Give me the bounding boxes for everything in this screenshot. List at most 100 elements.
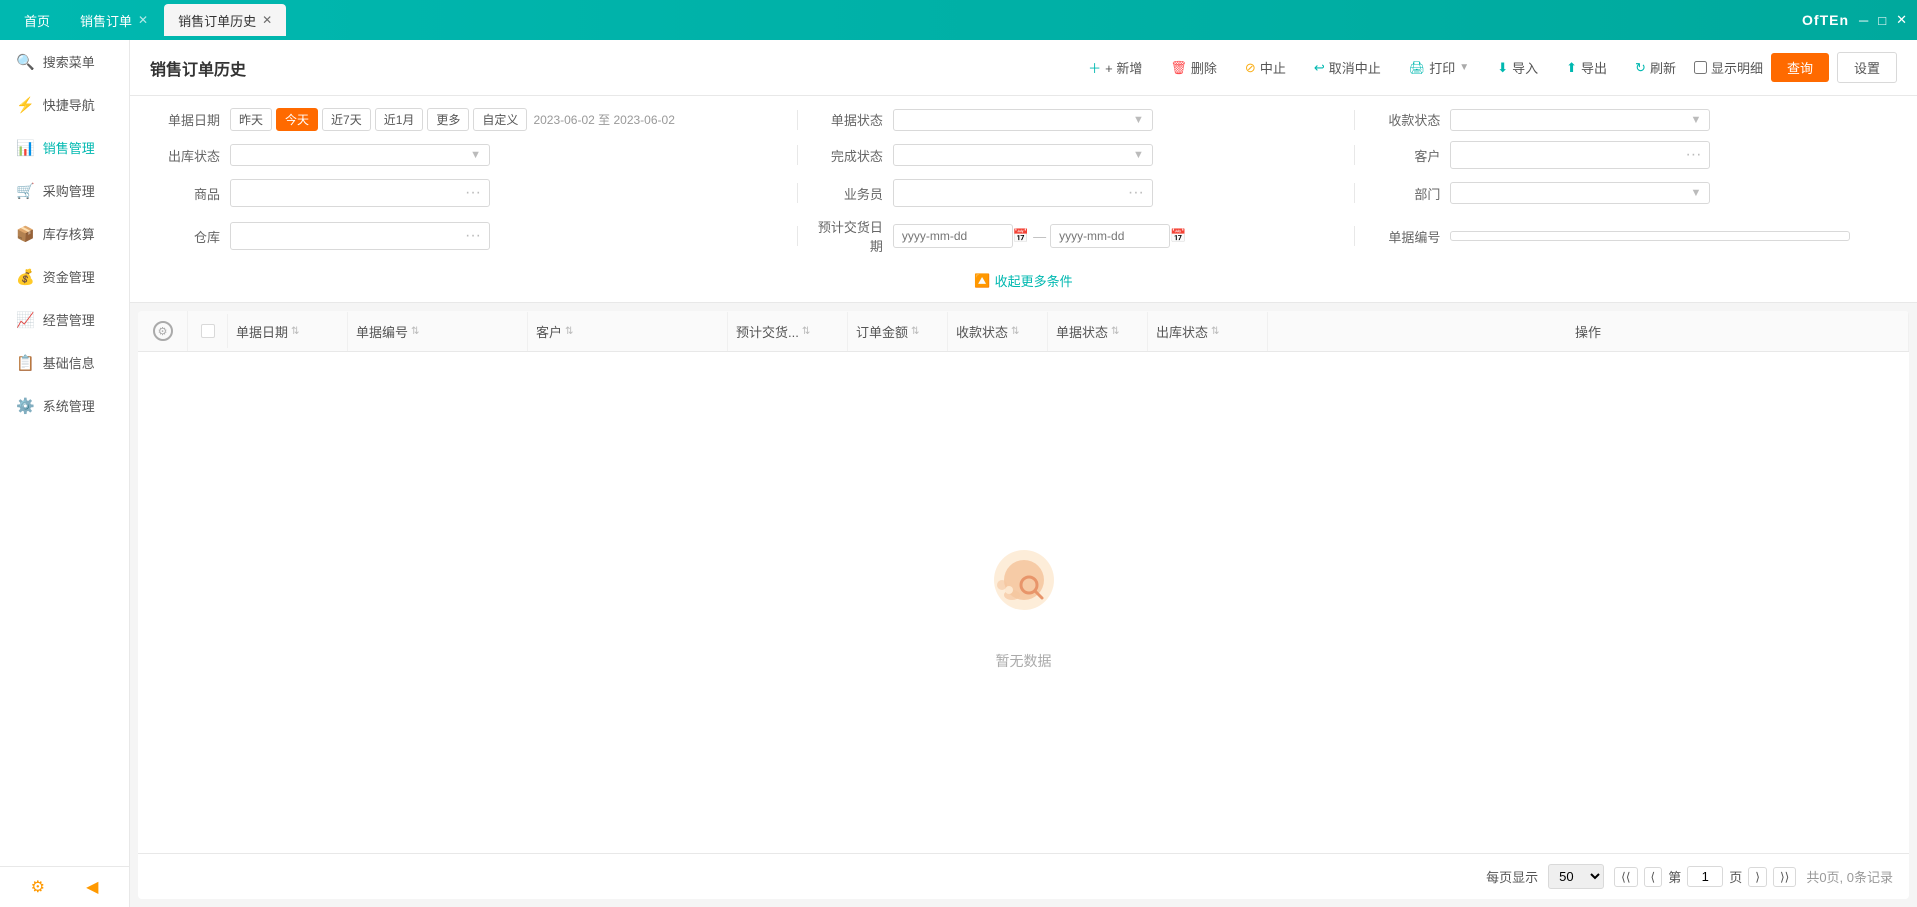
tab-sales-order-history[interactable]: 销售订单历史 ✕ [164, 4, 286, 36]
date-btn-1month[interactable]: 近1月 [375, 108, 424, 131]
pay-status-select[interactable]: ▼ [1450, 109, 1710, 131]
complete-status-select[interactable]: ▼ [893, 144, 1153, 166]
tab-home[interactable]: 首页 [10, 4, 64, 36]
main-layout: 🔍 搜索菜单 ⚡ 快捷导航 📊 销售管理 🛒 采购管理 📦 库存核算 💰 资金管… [0, 40, 1917, 907]
date-btn-7days[interactable]: 近7天 [322, 108, 371, 131]
system-icon: ⚙️ [16, 397, 35, 415]
customer-more-icon: ··· [1685, 146, 1701, 164]
sidebar-item-search-menu[interactable]: 🔍 搜索菜单 [0, 40, 129, 83]
sidebar-item-quick-nav[interactable]: ⚡ 快捷导航 [0, 83, 129, 126]
th-pay-status[interactable]: 收款状态 ⇅ [948, 312, 1048, 351]
th-out-status[interactable]: 出库状态 ⇅ [1148, 312, 1268, 351]
th-customer[interactable]: 客户 ⇅ [528, 312, 728, 351]
settings-button[interactable]: 设置 [1837, 52, 1897, 83]
prev-page-button[interactable]: ⟨ [1644, 867, 1663, 887]
cancel-stop-button[interactable]: ↩ 取消中止 [1304, 53, 1391, 82]
date-btn-today[interactable]: 今天 [276, 108, 318, 131]
select-all-checkbox[interactable] [201, 324, 215, 338]
next-page-button[interactable]: ⟩ [1748, 867, 1767, 887]
date-btn-custom[interactable]: 自定义 [473, 108, 527, 131]
tab-sales-order[interactable]: 销售订单 ✕ [66, 4, 162, 36]
customer-input[interactable]: ··· [1450, 141, 1710, 169]
delivery-start-calendar-icon[interactable]: 📅 [1013, 228, 1029, 244]
sidebar-item-sales[interactable]: 📊 销售管理 [0, 126, 129, 169]
sidebar-settings-button[interactable]: ⚙ [31, 877, 45, 897]
import-icon: ⬇ [1497, 60, 1508, 76]
page-number-input[interactable] [1687, 866, 1723, 887]
bill-no-label: 单据编号 [1370, 227, 1450, 246]
out-status-select[interactable]: ▼ [230, 144, 490, 166]
close-history-tab[interactable]: ✕ [262, 13, 272, 27]
th-settings[interactable]: ⚙ [138, 311, 188, 351]
minimize-button[interactable]: ─ [1859, 13, 1868, 28]
th-amount[interactable]: 订单金额 ⇅ [848, 312, 948, 351]
last-page-button[interactable]: ⟩⟩ [1773, 867, 1796, 887]
sidebar-item-purchase[interactable]: 🛒 采购管理 [0, 169, 129, 212]
bill-status-sort-icon: ⇅ [1111, 326, 1119, 337]
empty-state: 暂无数据 [138, 352, 1909, 853]
department-dropdown-icon: ▼ [1691, 187, 1702, 199]
search-icon: 🔍 [16, 53, 35, 71]
sidebar-collapse-button[interactable]: ◀ [86, 877, 98, 897]
sales-icon: 📊 [16, 139, 35, 157]
sidebar-item-basic[interactable]: 📋 基础信息 [0, 341, 129, 384]
sidebar-item-inventory[interactable]: 📦 库存核算 [0, 212, 129, 255]
customer-sort-icon: ⇅ [565, 326, 573, 337]
stop-button[interactable]: ⊘ 中止 [1235, 53, 1296, 82]
bill-status-select[interactable]: ▼ [893, 109, 1153, 131]
goods-input[interactable]: ··· [230, 179, 490, 207]
page-size-select[interactable]: 50 20 100 [1548, 864, 1604, 889]
export-button[interactable]: ⬆ 导出 [1556, 53, 1617, 82]
inventory-icon: 📦 [16, 225, 35, 243]
salesman-input[interactable]: ··· [893, 179, 1153, 207]
bill-no-sort-icon: ⇅ [411, 326, 419, 337]
table-area: ⚙ 单据日期 ⇅ 单据编号 ⇅ 客户 ⇅ 预计交货... [138, 311, 1909, 899]
sidebar-item-finance[interactable]: 💰 资金管理 [0, 255, 129, 298]
th-bill-status[interactable]: 单据状态 ⇅ [1048, 312, 1148, 351]
sidebar-item-system[interactable]: ⚙️ 系统管理 [0, 384, 129, 427]
toolbar: ＋ + 新增 🗑 删除 ⊘ 中止 ↩ 取消中止 🖨 打印 [1078, 52, 1897, 83]
th-date[interactable]: 单据日期 ⇅ [228, 312, 348, 351]
warehouse-input[interactable]: ··· [230, 222, 490, 250]
department-label: 部门 [1370, 184, 1450, 203]
date-btn-more[interactable]: 更多 [427, 108, 469, 131]
collapse-button[interactable]: 🔼 收起更多条件 [150, 265, 1897, 290]
date-range-display: 2023-06-02 至 2023-06-02 [533, 111, 674, 128]
date-btn-yesterday[interactable]: 昨天 [230, 108, 272, 131]
delivery-start-input[interactable] [893, 224, 1013, 248]
close-sales-order-tab[interactable]: ✕ [138, 13, 148, 27]
stop-icon: ⊘ [1245, 60, 1256, 76]
close-button[interactable]: ✕ [1896, 12, 1907, 28]
salesman-more-icon: ··· [1128, 184, 1144, 202]
sidebar: 🔍 搜索菜单 ⚡ 快捷导航 📊 销售管理 🛒 采购管理 📦 库存核算 💰 资金管… [0, 40, 130, 907]
top-bar-right: OfTEn ─ □ ✕ [1802, 12, 1907, 28]
pay-status-dropdown-icon: ▼ [1691, 114, 1702, 126]
display-toggle-checkbox[interactable] [1694, 61, 1707, 74]
delivery-end-input[interactable] [1050, 224, 1170, 248]
print-button[interactable]: 🖨 打印 ▼ [1399, 53, 1479, 82]
import-button[interactable]: ⬇ 导入 [1487, 53, 1548, 82]
tab-bar: 首页 销售订单 ✕ 销售订单历史 ✕ [10, 0, 286, 40]
content-area: 销售订单历史 ＋ + 新增 🗑 删除 ⊘ 中止 ↩ 取消中止 [130, 40, 1917, 907]
filter-area: 单据日期 昨天 今天 近7天 近1月 更多 自定义 2023-06-02 至 2… [130, 96, 1917, 303]
th-bill-no[interactable]: 单据编号 ⇅ [348, 312, 528, 351]
delivery-end-calendar-icon[interactable]: 📅 [1170, 228, 1186, 244]
quick-nav-icon: ⚡ [16, 96, 35, 114]
new-button[interactable]: ＋ + 新增 [1078, 53, 1152, 82]
empty-text: 暂无数据 [996, 651, 1052, 671]
th-delivery[interactable]: 预计交货... ⇅ [728, 312, 848, 351]
date-sort-icon: ⇅ [291, 326, 299, 337]
page-header: 销售订单历史 ＋ + 新增 🗑 删除 ⊘ 中止 ↩ 取消中止 [130, 40, 1917, 96]
first-page-button[interactable]: ⟨⟨ [1614, 867, 1637, 887]
operations-icon: 📈 [16, 311, 35, 329]
delete-button[interactable]: 🗑 删除 [1160, 53, 1227, 82]
pay-status-label: 收款状态 [1370, 110, 1450, 129]
refresh-button[interactable]: ↻ 刷新 [1625, 53, 1686, 82]
department-select[interactable]: ▼ [1450, 182, 1710, 204]
restore-button[interactable]: □ [1878, 13, 1886, 28]
query-button[interactable]: 查询 [1771, 53, 1829, 82]
sidebar-item-operations[interactable]: 📈 经营管理 [0, 298, 129, 341]
bill-no-input[interactable] [1450, 231, 1850, 241]
print-icon: 🖨 [1409, 60, 1426, 76]
table-gear-icon[interactable]: ⚙ [153, 321, 173, 341]
